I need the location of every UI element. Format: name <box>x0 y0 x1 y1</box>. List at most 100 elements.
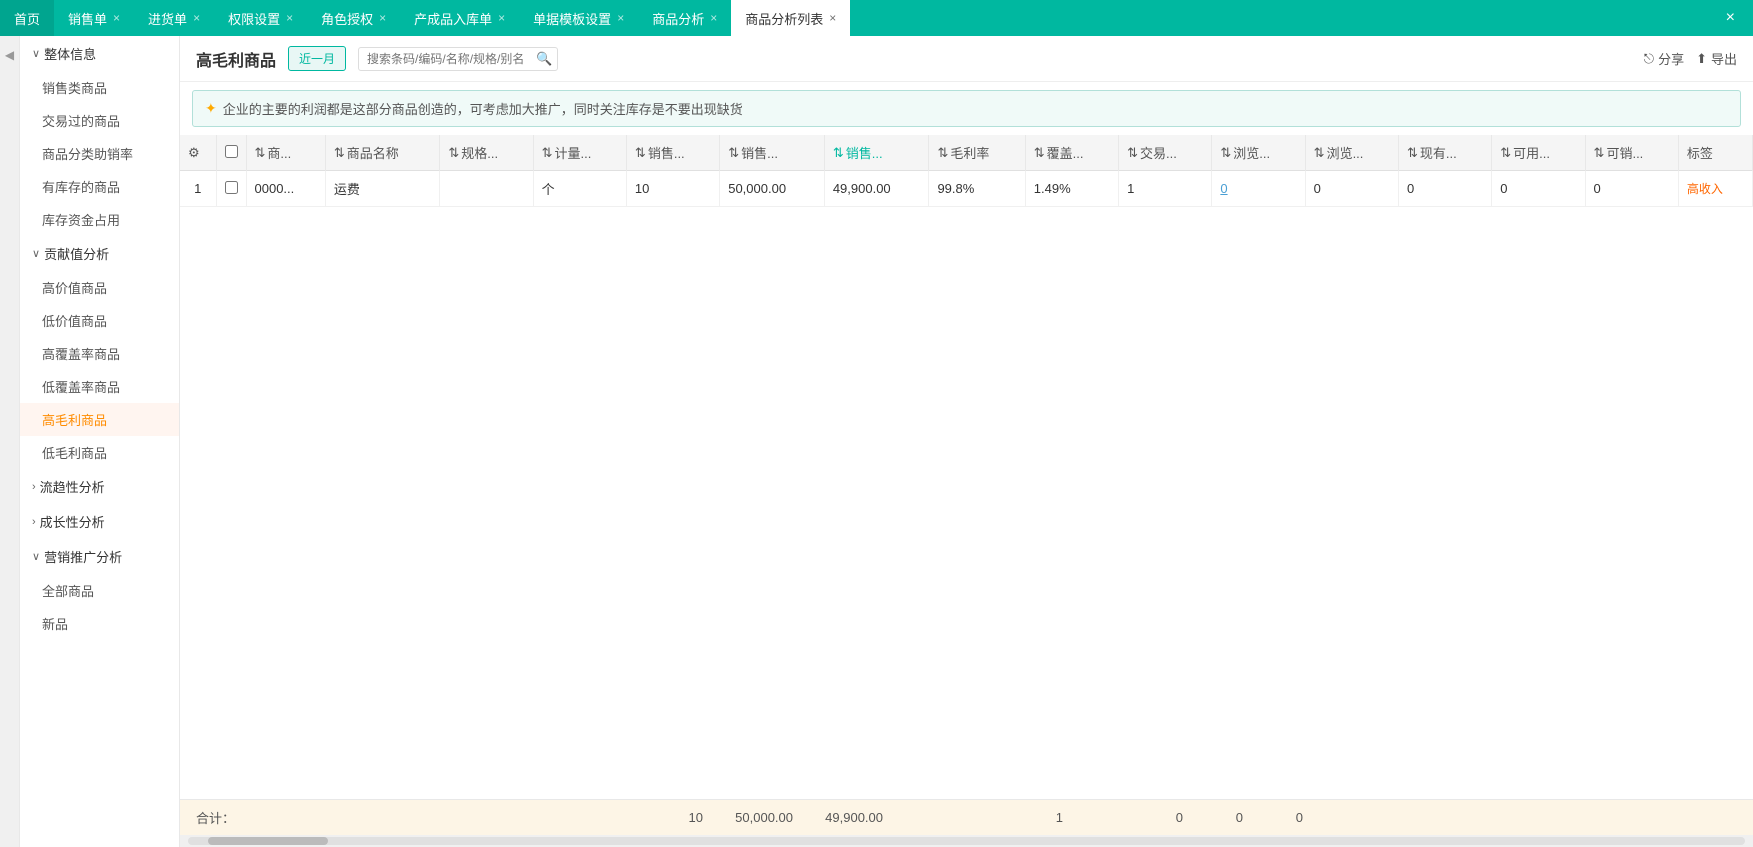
col-qty: ⇅ 销售... <box>626 135 719 171</box>
footer-transaction: 1 <box>1011 810 1071 825</box>
close-icon[interactable]: × <box>193 11 200 25</box>
footer-label: 合计： <box>196 808 235 827</box>
tab-analysis[interactable]: 商品分析 × <box>638 0 731 36</box>
footer-view2: 0 <box>1131 810 1191 825</box>
col-sales-amount: ⇅ 销售... <box>720 135 825 171</box>
scrollbar-thumb[interactable] <box>208 837 328 845</box>
row-view2: 0 <box>1305 171 1398 207</box>
row-current-stock: 0 <box>1398 171 1491 207</box>
settings-icon[interactable]: ⚙ <box>188 145 200 161</box>
col-checkbox[interactable] <box>216 135 246 171</box>
sidebar-item-high-value[interactable]: 高价值商品 <box>20 271 179 304</box>
tab-sales[interactable]: 销售单 × <box>54 0 134 36</box>
sidebar-item-high-margin[interactable]: 高毛利商品 <box>20 403 179 436</box>
sidebar-item-sales-goods[interactable]: 销售类商品 <box>20 71 179 104</box>
sidebar-item-low-margin[interactable]: 低毛利商品 <box>20 436 179 469</box>
tab-purchase[interactable]: 进货单 × <box>134 0 214 36</box>
col-settings[interactable]: ⚙ <box>180 135 216 171</box>
col-saleable: ⇅ 可销... <box>1585 135 1678 171</box>
row-transaction: 1 <box>1119 171 1212 207</box>
footer-available: 0 <box>1251 810 1311 825</box>
tab-home[interactable]: 首页 <box>0 0 54 36</box>
share-button[interactable]: ⎋ 分享 <box>1644 49 1684 68</box>
sort-icon[interactable]: ⇅ <box>1594 145 1605 161</box>
row-sales-profit: 49,900.00 <box>824 171 929 207</box>
sort-icon[interactable]: ⇅ <box>1314 145 1325 161</box>
sort-icon[interactable]: ⇅ <box>448 145 459 161</box>
tab-role[interactable]: 角色授权 × <box>307 0 400 36</box>
sort-icon[interactable]: ⇅ <box>937 145 948 161</box>
expand-icon: ∨ <box>32 47 40 60</box>
sidebar-item-all-goods[interactable]: 全部商品 <box>20 574 179 607</box>
sort-icon[interactable]: ⇅ <box>1220 145 1231 161</box>
row-name: 运费 <box>325 171 440 207</box>
tab-product-entry[interactable]: 产成品入库单 × <box>400 0 519 36</box>
sidebar-item-new-goods[interactable]: 新品 <box>20 607 179 640</box>
row-qty: 10 <box>626 171 719 207</box>
col-name: ⇅ 商品名称 <box>325 135 440 171</box>
search-icon[interactable]: 🔍 <box>536 51 552 67</box>
scrollbar-track[interactable] <box>188 837 1745 845</box>
sidebar-group-growth[interactable]: › 成长性分析 <box>20 504 179 539</box>
sidebar-group-overall[interactable]: ∨ 整体信息 <box>20 36 179 71</box>
sort-icon[interactable]: ⇅ <box>1500 145 1511 161</box>
data-table: ⚙ ⇅ 商... <box>180 135 1753 207</box>
tab-template[interactable]: 单据模板设置 × <box>519 0 638 36</box>
sidebar-item-stocked-goods[interactable]: 有库存的商品 <box>20 170 179 203</box>
col-available: ⇅ 可用... <box>1492 135 1585 171</box>
close-icon[interactable]: × <box>710 11 717 25</box>
sidebar-item-low-coverage[interactable]: 低覆盖率商品 <box>20 370 179 403</box>
sidebar-group-marketing[interactable]: ∨ 营销推广分析 <box>20 539 179 574</box>
row-view1[interactable]: 0 <box>1212 171 1305 207</box>
export-button[interactable]: ⬆ 导出 <box>1696 49 1737 68</box>
row-code: 0000... <box>246 171 325 207</box>
row-saleable: 0 <box>1585 171 1678 207</box>
close-icon[interactable]: × <box>829 11 836 25</box>
sidebar-collapse-button[interactable]: ◀ <box>0 36 20 847</box>
col-transaction: ⇅ 交易... <box>1119 135 1212 171</box>
horizontal-scrollbar[interactable] <box>180 835 1753 847</box>
close-icon[interactable]: × <box>113 11 120 25</box>
row-checkbox[interactable] <box>225 181 238 194</box>
nav-right: × <box>1718 5 1753 31</box>
expand-icon: › <box>32 481 36 493</box>
sidebar-item-low-value[interactable]: 低价值商品 <box>20 304 179 337</box>
tab-analysis-list[interactable]: 商品分析列表 × <box>731 0 850 36</box>
sort-icon[interactable]: ⇅ <box>635 145 646 161</box>
sidebar-item-inventory-fund[interactable]: 库存资金占用 <box>20 203 179 236</box>
sort-icon[interactable]: ⇅ <box>1407 145 1418 161</box>
close-icon[interactable]: × <box>286 11 293 25</box>
search-input[interactable] <box>358 47 558 71</box>
collapse-icon: ◀ <box>5 48 14 62</box>
close-icon[interactable]: × <box>379 11 386 25</box>
select-all-checkbox[interactable] <box>225 145 238 158</box>
close-icon[interactable]: × <box>617 11 624 25</box>
row-margin: 99.8% <box>929 171 1025 207</box>
sort-icon[interactable]: ⇅ <box>542 145 553 161</box>
tab-permission[interactable]: 权限设置 × <box>214 0 307 36</box>
sort-icon[interactable]: ⇅ <box>255 145 266 161</box>
col-code: ⇅ 商... <box>246 135 325 171</box>
sort-icon[interactable]: ⇅ <box>833 145 844 161</box>
share-icon: ⎋ <box>1644 51 1654 67</box>
row-tag: 高收入 <box>1678 171 1752 207</box>
main-layout: ◀ ∨ 整体信息 销售类商品 交易过的商品 商品分类助销率 有库存的商品 库存资… <box>0 36 1753 847</box>
sidebar-item-traded-goods[interactable]: 交易过的商品 <box>20 104 179 137</box>
window-close-button[interactable]: × <box>1718 5 1743 31</box>
sort-icon[interactable]: ⇅ <box>1034 145 1045 161</box>
sort-icon[interactable]: ⇅ <box>334 145 345 161</box>
sort-icon[interactable]: ⇅ <box>728 145 739 161</box>
top-navigation: 首页 销售单 × 进货单 × 权限设置 × 角色授权 × 产成品入库单 × 单据… <box>0 0 1753 36</box>
close-icon[interactable]: × <box>498 11 505 25</box>
sidebar-item-category-rate[interactable]: 商品分类助销率 <box>20 137 179 170</box>
content-header: 高毛利商品 近一月 🔍 ⎋ 分享 ⬆ 导出 <box>180 36 1753 82</box>
row-checkbox-cell[interactable] <box>216 171 246 207</box>
footer-qty: 10 <box>651 810 711 825</box>
sidebar-item-high-coverage[interactable]: 高覆盖率商品 <box>20 337 179 370</box>
sort-icon[interactable]: ⇅ <box>1127 145 1138 161</box>
col-tag: 标签 <box>1678 135 1752 171</box>
filter-recent-month-button[interactable]: 近一月 <box>288 46 346 71</box>
col-spec: ⇅ 规格... <box>440 135 533 171</box>
sidebar-group-trend[interactable]: › 流趋性分析 <box>20 469 179 504</box>
sidebar-group-contribution[interactable]: ∨ 贡献值分析 <box>20 236 179 271</box>
